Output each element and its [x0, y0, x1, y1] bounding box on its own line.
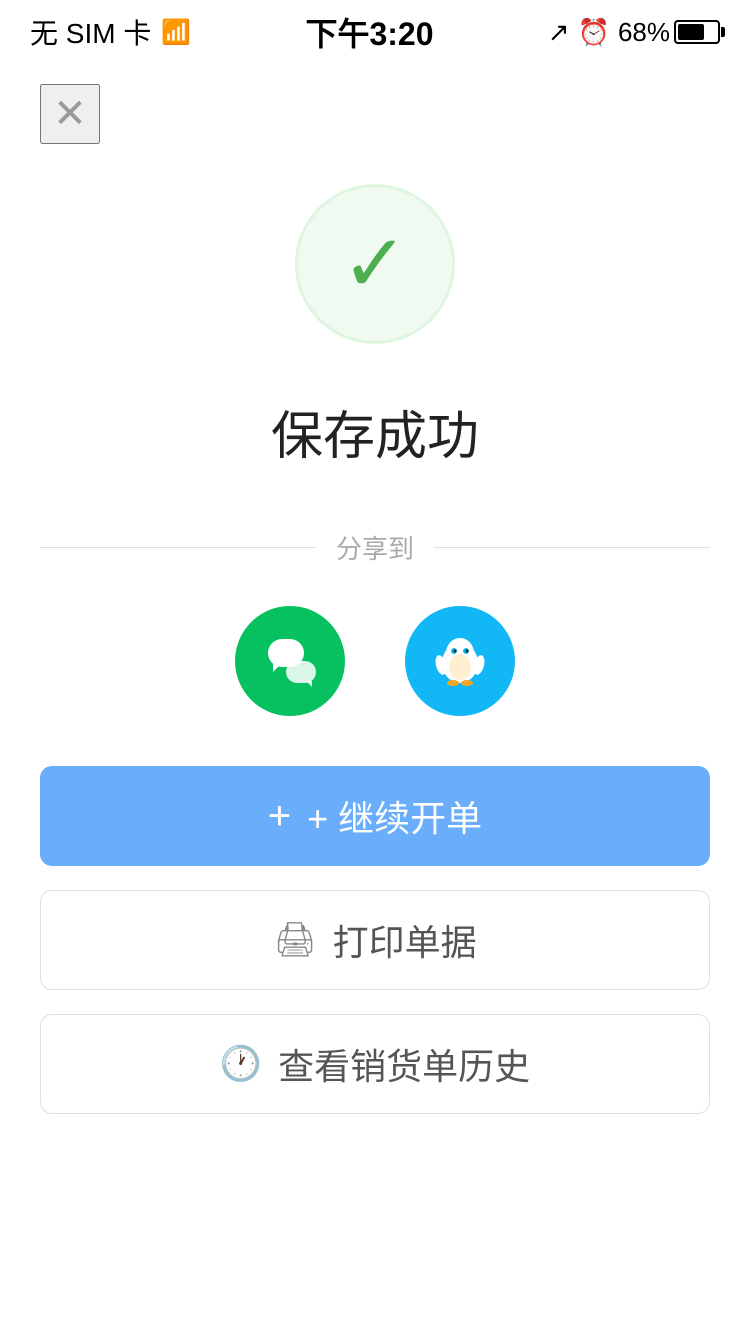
battery-icon [674, 20, 720, 44]
print-label: 打印单据 [333, 914, 477, 966]
wifi-icon: 📶 [161, 18, 191, 47]
close-icon: ✕ [53, 94, 87, 134]
checkmark-icon: ✓ [341, 224, 408, 304]
close-button[interactable]: ✕ [40, 84, 100, 144]
wechat-icon [260, 639, 320, 683]
status-bar-right: ↗ ⏰ 68% [548, 17, 720, 48]
divider-line-left [40, 547, 316, 548]
status-bar-time: 下午3:20 [305, 9, 433, 55]
history-label: 查看销货单历史 [278, 1038, 530, 1090]
share-icons [40, 606, 710, 716]
divider-line-right [434, 547, 710, 548]
wechat-bubble2 [286, 661, 316, 683]
alarm-icon: ⏰ [578, 17, 610, 48]
continue-button[interactable]: + + 继续开单 [40, 766, 710, 866]
share-section: 分享到 [40, 529, 710, 716]
wechat-share-button[interactable] [235, 606, 345, 716]
main-content: ✕ ✓ 保存成功 分享到 [0, 64, 750, 1154]
success-title: 保存成功 [271, 394, 479, 469]
print-button[interactable]: 🖨 打印单据 [40, 890, 710, 990]
sim-status: 无 SIM 卡 [30, 12, 151, 52]
share-divider: 分享到 [40, 529, 710, 566]
battery-percentage: 68% [618, 17, 670, 48]
action-buttons: + + 继续开单 🖨 打印单据 🕐 查看销货单历史 [40, 766, 710, 1114]
plus-icon: + [268, 794, 291, 839]
qq-icon [430, 631, 490, 691]
continue-label: + 继续开单 [307, 790, 482, 842]
status-bar-left: 无 SIM 卡 📶 [30, 12, 191, 52]
qq-share-button[interactable] [405, 606, 515, 716]
battery-fill [678, 24, 704, 40]
share-label: 分享到 [336, 529, 414, 566]
location-icon: ↗ [548, 17, 570, 48]
history-button[interactable]: 🕐 查看销货单历史 [40, 1014, 710, 1114]
success-circle: ✓ [295, 184, 455, 344]
status-bar: 无 SIM 卡 📶 下午3:20 ↗ ⏰ 68% [0, 0, 750, 64]
battery-container: 68% [618, 17, 720, 48]
clock-icon: 🕐 [220, 1044, 262, 1084]
printer-icon: 🖨 [273, 920, 316, 960]
